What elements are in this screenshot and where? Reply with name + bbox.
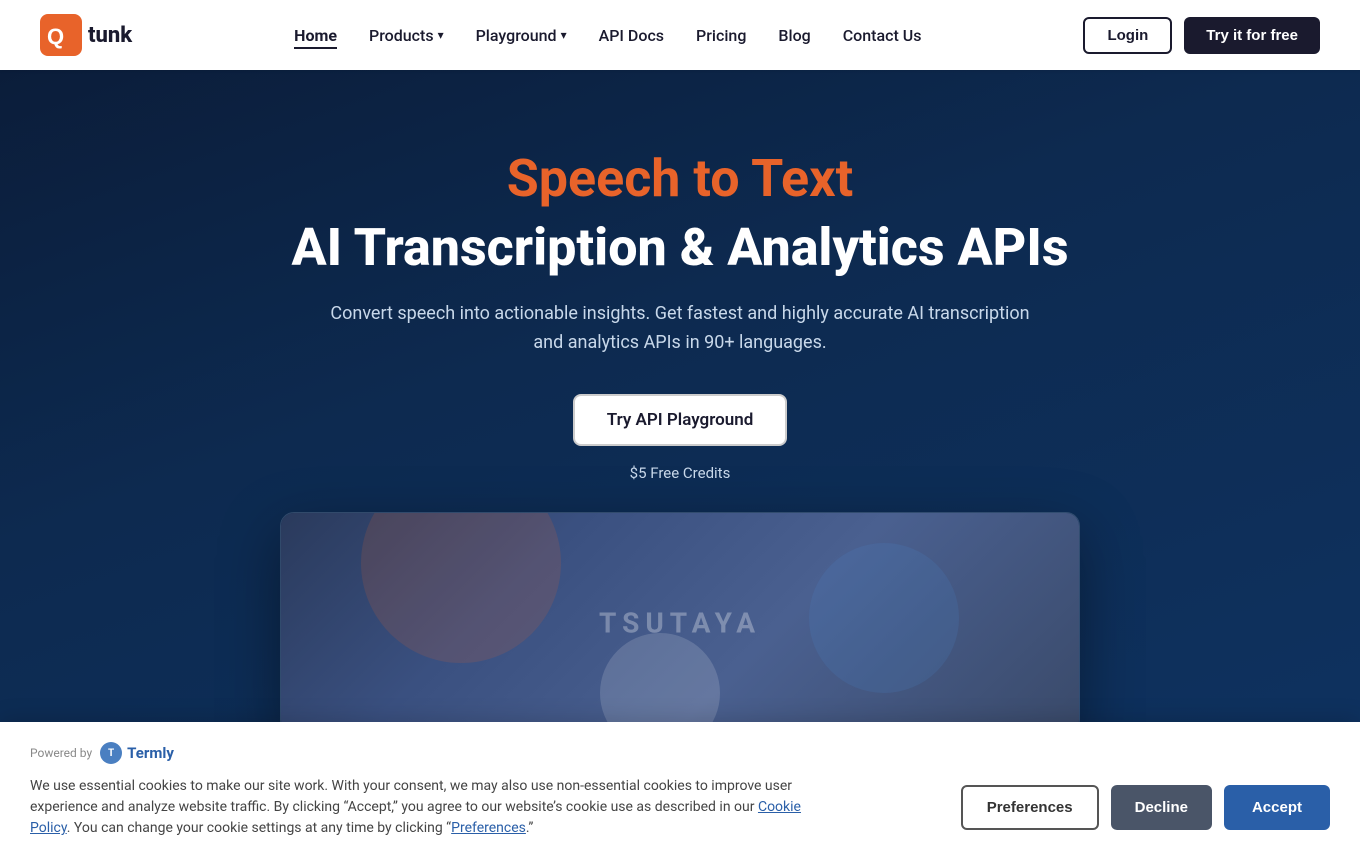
preferences-button[interactable]: Preferences	[961, 785, 1099, 830]
hero-title-orange: Speech to Text	[20, 150, 1340, 207]
hero-title-white: AI Transcription & Analytics APIs	[20, 219, 1340, 276]
cookie-body-1: We use essential cookies to make our sit…	[30, 778, 792, 815]
demo-overlay-text: TSUTAYA	[599, 606, 761, 639]
cta-button[interactable]: Try API Playground	[573, 394, 788, 446]
logo-link[interactable]: Q tunk	[40, 14, 132, 56]
nav-api-docs[interactable]: API Docs	[599, 26, 664, 45]
decline-button[interactable]: Decline	[1111, 785, 1212, 830]
hero-demo: TSUTAYA	[280, 512, 1080, 734]
nav-home[interactable]: Home	[294, 26, 337, 49]
logo-text: tunk	[88, 23, 132, 48]
cookie-powered: Powered by T Termly	[30, 742, 1330, 764]
preferences-inline-link[interactable]: Preferences	[451, 820, 526, 836]
cookie-text: We use essential cookies to make our sit…	[30, 776, 810, 839]
powered-by-text: Powered by	[30, 746, 92, 760]
cookie-body-2: . You can change your cookie settings at…	[67, 820, 451, 836]
hero-credits: $5 Free Credits	[20, 464, 1340, 482]
cookie-body-3: .”	[526, 820, 534, 836]
nav-blog[interactable]: Blog	[778, 26, 810, 45]
nav-actions: Login Try it for free	[1083, 17, 1320, 54]
termly-logo: T Termly	[100, 742, 174, 764]
cookie-buttons: Preferences Decline Accept	[961, 785, 1330, 830]
hero-subtitle: Convert speech into actionable insights.…	[330, 300, 1030, 358]
login-button[interactable]: Login	[1083, 17, 1172, 54]
termly-icon: T	[100, 742, 122, 764]
accept-button[interactable]: Accept	[1224, 785, 1330, 830]
svg-text:Q: Q	[47, 24, 64, 49]
nav-playground[interactable]: Playground	[476, 26, 567, 45]
cookie-banner: Powered by T Termly We use essential coo…	[0, 722, 1360, 859]
nav-contact[interactable]: Contact Us	[843, 26, 922, 45]
logo-icon: Q	[40, 14, 82, 56]
navbar: Q tunk Home Products Playground API Docs…	[0, 0, 1360, 70]
nav-links: Home Products Playground API Docs Pricin…	[294, 26, 921, 45]
termly-name: Termly	[127, 744, 174, 762]
nav-pricing[interactable]: Pricing	[696, 26, 746, 45]
hero-section: Speech to Text AI Transcription & Analyt…	[0, 70, 1360, 774]
try-button[interactable]: Try it for free	[1184, 17, 1320, 54]
nav-products[interactable]: Products	[369, 26, 444, 45]
cookie-content: We use essential cookies to make our sit…	[30, 776, 1330, 839]
